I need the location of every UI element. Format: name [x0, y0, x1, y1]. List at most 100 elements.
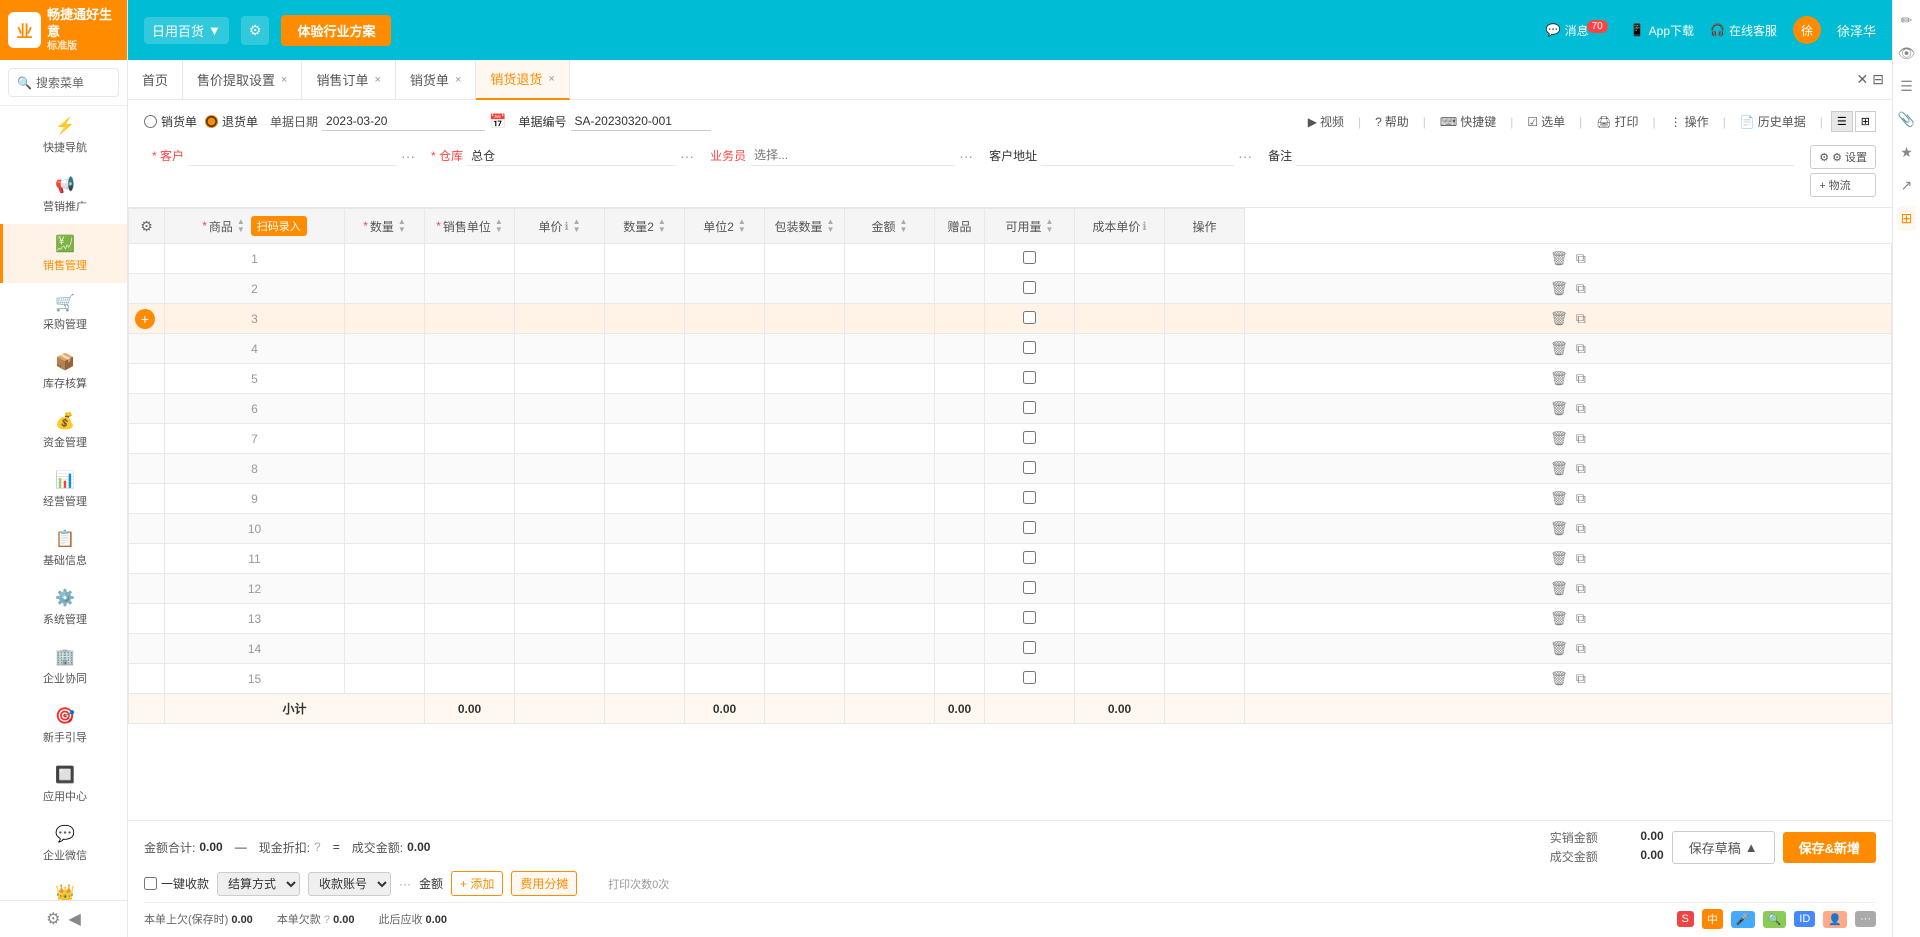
delete-row-button[interactable]: 🗑: [1548, 458, 1570, 479]
status-icon-id[interactable]: ID: [1794, 911, 1815, 927]
delete-row-button[interactable]: 🗑: [1548, 248, 1570, 269]
operate-btn[interactable]: ⋮ 操作: [1664, 110, 1715, 133]
message-button[interactable]: 💬 消息 70: [1546, 22, 1614, 39]
sidebar-item-quick-nav[interactable]: ⚡ 快捷导航: [0, 106, 127, 165]
gift-checkbox[interactable]: [1023, 461, 1036, 474]
status-icon-person[interactable]: 👤: [1823, 911, 1847, 928]
view-grid-btn[interactable]: ⊞: [1855, 111, 1876, 132]
delete-row-button[interactable]: 🗑: [1548, 368, 1570, 389]
copy-row-button[interactable]: ⧉: [1574, 548, 1588, 569]
copy-row-button[interactable]: ⧉: [1574, 488, 1588, 509]
copy-row-button[interactable]: ⧉: [1574, 428, 1588, 449]
settle-method-select[interactable]: 结算方式: [217, 872, 300, 896]
tab-close-sales-return[interactable]: ×: [548, 73, 554, 85]
gift-checkbox[interactable]: [1023, 341, 1036, 354]
copy-row-button[interactable]: ⧉: [1574, 308, 1588, 329]
add-row-button[interactable]: +: [135, 309, 155, 329]
radio-return[interactable]: [205, 115, 218, 128]
gift-checkbox[interactable]: [1023, 311, 1036, 324]
sidebar-item-sales[interactable]: 💹 销售管理: [0, 224, 127, 283]
copy-row-button[interactable]: ⧉: [1574, 578, 1588, 599]
warehouse-select-icon[interactable]: ···: [680, 148, 694, 164]
sidebar-item-member[interactable]: 👑 畅会员: [0, 873, 127, 900]
question-icon[interactable]: ?: [324, 914, 330, 926]
radio-return-label[interactable]: 退货单: [205, 113, 258, 130]
tab-close-sales-delivery[interactable]: ×: [455, 74, 461, 86]
delete-row-button[interactable]: 🗑: [1548, 668, 1570, 689]
tab-close-price-setting[interactable]: ×: [281, 74, 287, 86]
copy-row-button[interactable]: ⧉: [1574, 638, 1588, 659]
sidebar-collapse-button[interactable]: ◀: [69, 909, 81, 929]
split-help-button[interactable]: ?: [585, 877, 592, 891]
one-click-collect-label[interactable]: 一键收款: [144, 875, 209, 892]
save-new-button[interactable]: 保存&新增: [1783, 832, 1876, 863]
tab-sales-return[interactable]: 销货退货 ×: [476, 60, 569, 100]
tab-close-sales-order[interactable]: ×: [374, 74, 380, 86]
gift-checkbox[interactable]: [1023, 371, 1036, 384]
date-input[interactable]: [322, 112, 485, 131]
status-icon-search[interactable]: 🔍: [1763, 911, 1787, 928]
delete-row-button[interactable]: 🗑: [1548, 578, 1570, 599]
account-select[interactable]: 收款账号: [308, 872, 391, 896]
video-btn[interactable]: ▶ 视频: [1302, 110, 1350, 133]
experience-button[interactable]: 体验行业方案: [281, 15, 391, 46]
right-panel-eye-btn[interactable]: 👁: [1894, 41, 1920, 66]
add-logistics-button[interactable]: + 物流: [1810, 173, 1876, 197]
gift-checkbox[interactable]: [1023, 281, 1036, 294]
gift-checkbox[interactable]: [1023, 551, 1036, 564]
copy-row-button[interactable]: ⧉: [1574, 278, 1588, 299]
customer-select-icon[interactable]: ···: [401, 148, 415, 164]
right-panel-star-btn[interactable]: ★: [1896, 140, 1917, 165]
copy-row-button[interactable]: ⧉: [1574, 398, 1588, 419]
delete-row-button[interactable]: 🗑: [1548, 518, 1570, 539]
industry-select[interactable]: 日用百货 ▼: [144, 17, 229, 44]
gift-checkbox[interactable]: [1023, 251, 1036, 264]
gift-checkbox[interactable]: [1023, 671, 1036, 684]
delete-row-button[interactable]: 🗑: [1548, 488, 1570, 509]
shortcut-btn[interactable]: ⌨ 快捷键: [1434, 110, 1502, 133]
add-payment-button[interactable]: + 添加: [451, 871, 503, 896]
salesperson-select-icon[interactable]: ···: [959, 148, 973, 164]
status-icon-mic[interactable]: 🎤: [1731, 911, 1755, 928]
right-panel-list-btn[interactable]: ☰: [1896, 74, 1917, 99]
gift-checkbox[interactable]: [1023, 611, 1036, 624]
product-input[interactable]: [351, 312, 418, 326]
online-service-button[interactable]: 🎧 在线客服: [1710, 22, 1777, 39]
gift-checkbox[interactable]: [1023, 431, 1036, 444]
sidebar-item-system[interactable]: ⚙️ 系统管理: [0, 578, 127, 637]
doc-number-input[interactable]: [571, 112, 711, 131]
one-click-collect-checkbox[interactable]: [144, 877, 157, 890]
warehouse-input[interactable]: [467, 145, 676, 166]
copy-row-button[interactable]: ⧉: [1574, 248, 1588, 269]
status-icon-dots[interactable]: ···: [1855, 911, 1876, 927]
account-more-icon[interactable]: ···: [399, 877, 411, 891]
remark-input[interactable]: [1296, 145, 1794, 166]
unit-price-info-icon[interactable]: ℹ: [564, 220, 568, 233]
customer-input[interactable]: [188, 145, 397, 166]
gift-checkbox[interactable]: [1023, 491, 1036, 504]
delete-row-button[interactable]: 🗑: [1548, 428, 1570, 449]
right-panel-qr-btn[interactable]: ⊞: [1897, 206, 1917, 231]
delete-row-button[interactable]: 🗑: [1548, 608, 1570, 629]
copy-row-button[interactable]: ⧉: [1574, 668, 1588, 689]
copy-row-button[interactable]: ⧉: [1574, 608, 1588, 629]
right-panel-edit-btn[interactable]: ✏: [1897, 8, 1917, 33]
sidebar-item-basics[interactable]: 📋 基础信息: [0, 519, 127, 578]
form-settings-button[interactable]: ⚙ ⚙ 设置: [1810, 145, 1876, 169]
search-menu-button[interactable]: 🔍 搜索菜单: [8, 68, 119, 97]
tab-home[interactable]: 首页: [128, 60, 183, 100]
delete-row-button[interactable]: 🗑: [1548, 338, 1570, 359]
right-panel-attachment-btn[interactable]: 📎: [1894, 107, 1919, 132]
radio-sale-label[interactable]: 销货单: [144, 113, 197, 130]
column-settings-button[interactable]: ⚙: [140, 218, 153, 235]
sidebar-item-wechat[interactable]: 💬 企业微信: [0, 814, 127, 873]
cost-price-info-icon[interactable]: ℹ: [1142, 220, 1146, 233]
delete-row-button[interactable]: 🗑: [1548, 278, 1570, 299]
status-icon-zh[interactable]: 中: [1702, 909, 1723, 929]
sidebar-item-purchase[interactable]: 🛒 采购管理: [0, 283, 127, 342]
history-btn[interactable]: 📄 历史单据: [1734, 110, 1812, 133]
print-btn[interactable]: 🖨 打印: [1590, 110, 1644, 133]
copy-row-button[interactable]: ⧉: [1574, 458, 1588, 479]
sidebar-item-finance[interactable]: 💰 资金管理: [0, 401, 127, 460]
address-select-icon[interactable]: ···: [1238, 148, 1252, 164]
